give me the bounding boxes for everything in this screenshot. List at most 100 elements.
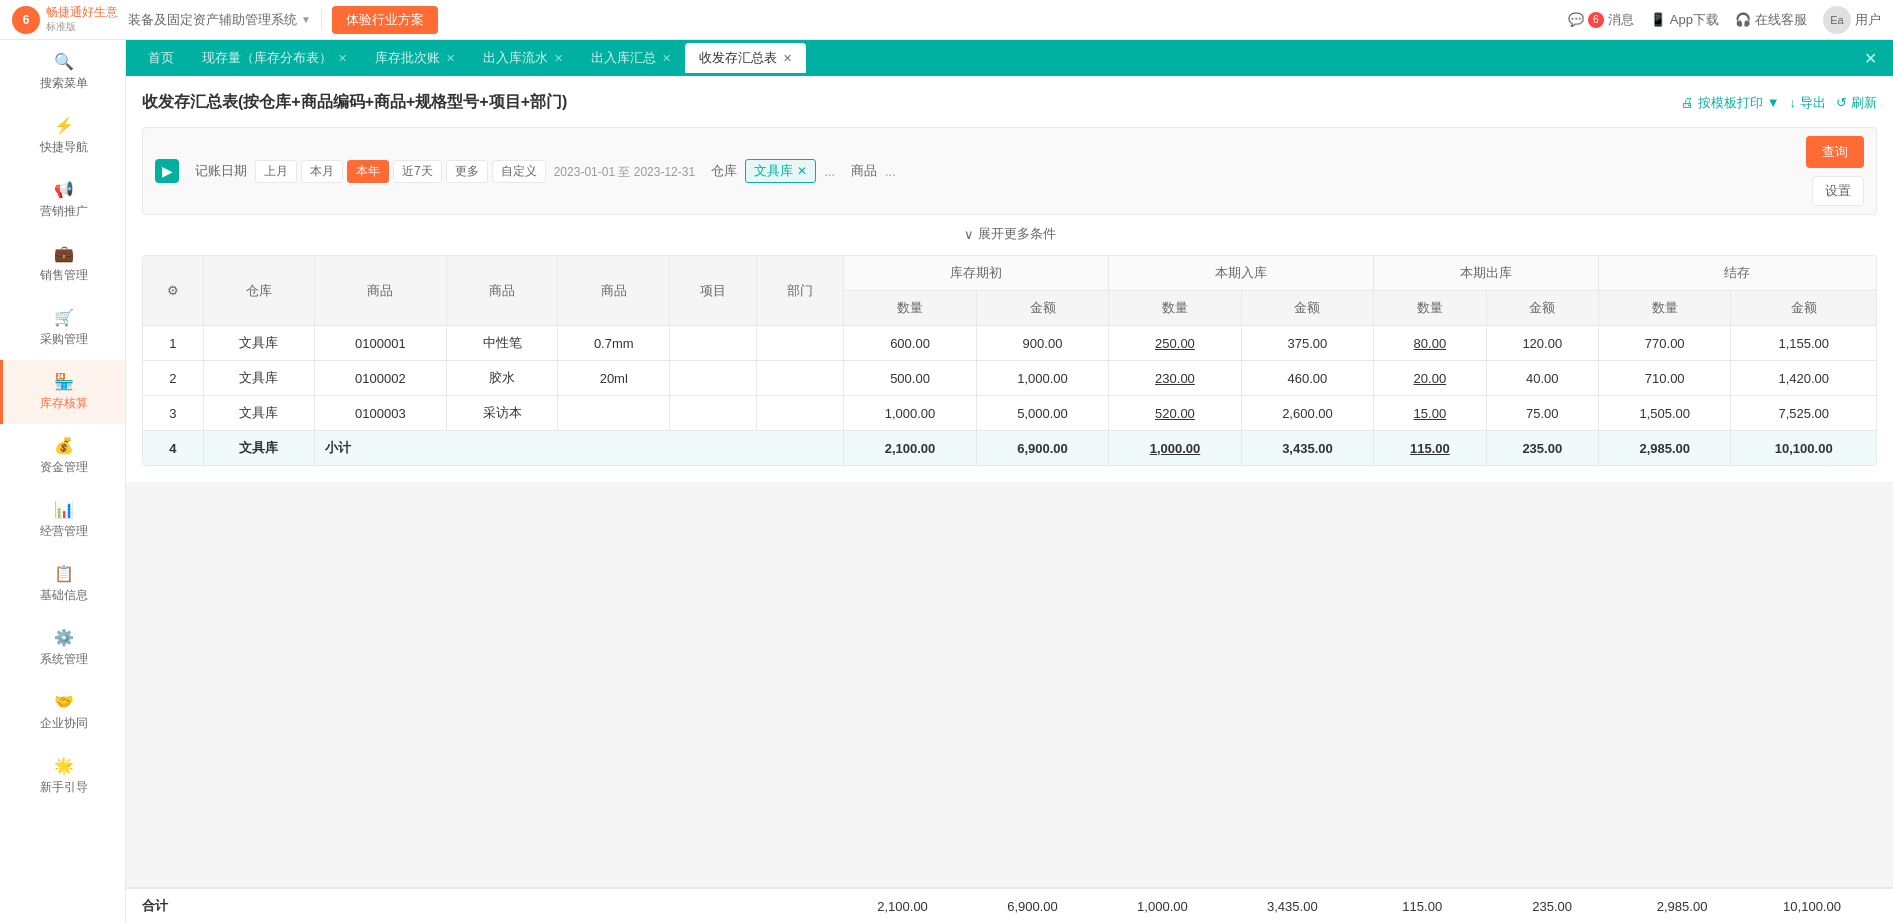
row3-in-qty[interactable]: 520.00 xyxy=(1109,396,1241,431)
settings-gear-icon: ⚙ xyxy=(167,283,179,298)
system-icon: ⚙️ xyxy=(54,628,74,647)
tab-inout-summary[interactable]: 出入库汇总 ✕ xyxy=(577,43,685,73)
print-button[interactable]: 🖨 按模板打印 ▼ xyxy=(1681,94,1780,112)
sidebar-item-purchase-label: 采购管理 xyxy=(40,331,88,348)
sidebar-item-search-label: 搜索菜单 xyxy=(40,75,88,92)
tab-recv-send-label: 收发存汇总表 xyxy=(699,49,777,67)
finance-icon: 💰 xyxy=(54,436,74,455)
total-in-qty: 1,000.00 xyxy=(1097,899,1227,914)
tab-stock-dist-close[interactable]: ✕ xyxy=(338,52,347,65)
row3-init-qty: 1,000.00 xyxy=(844,396,976,431)
row3-in-amt: 2,600.00 xyxy=(1241,396,1373,431)
sidebar-item-sales[interactable]: 💼 销售管理 xyxy=(0,232,125,296)
sidebar-item-shortcut-label: 快捷导航 xyxy=(40,139,88,156)
main-layout: 🔍 搜索菜单 ⚡ 快捷导航 📢 营销推广 💼 销售管理 🛒 采购管理 🏪 库存核… xyxy=(0,40,1893,923)
date-btn-custom[interactable]: 自定义 xyxy=(492,160,546,183)
tab-stock-dist[interactable]: 现存量（库存分布表） ✕ xyxy=(188,43,361,73)
row1-out-qty[interactable]: 80.00 xyxy=(1374,326,1486,361)
sidebar-item-enterprise[interactable]: 🤝 企业协同 xyxy=(0,680,125,744)
tab-inout-flow[interactable]: 出入库流水 ✕ xyxy=(469,43,577,73)
row3-bal-qty: 1,505.00 xyxy=(1598,396,1730,431)
row3-bal-amt: 7,525.00 xyxy=(1731,396,1876,431)
settings-button[interactable]: 设置 xyxy=(1812,176,1864,206)
sidebar-item-operations[interactable]: 📊 经营管理 xyxy=(0,488,125,552)
row1-in-qty[interactable]: 250.00 xyxy=(1109,326,1241,361)
subtotal-init-amt: 6,900.00 xyxy=(976,431,1108,466)
export-button[interactable]: ↓ 导出 xyxy=(1790,94,1827,112)
warehouse-tag-close-icon[interactable]: ✕ xyxy=(797,164,807,178)
row3-warehouse: 文具库 xyxy=(203,396,314,431)
row1-project xyxy=(670,326,757,361)
total-out-amt: 235.00 xyxy=(1487,899,1617,914)
filter-toggle-btn[interactable]: ▶ xyxy=(155,159,179,183)
online-service-label: 在线客服 xyxy=(1755,11,1807,29)
row2-name: 胶水 xyxy=(447,361,558,396)
row1-name: 中性笔 xyxy=(447,326,558,361)
user-action[interactable]: Ea 用户 xyxy=(1823,6,1881,34)
sidebar-item-marketing[interactable]: 📢 营销推广 xyxy=(0,168,125,232)
tab-batch[interactable]: 库存批次账 ✕ xyxy=(361,43,469,73)
date-btn-7days[interactable]: 近7天 xyxy=(393,160,442,183)
sidebar-item-system[interactable]: ⚙️ 系统管理 xyxy=(0,616,125,680)
subtotal-bal-qty: 2,985.00 xyxy=(1598,431,1730,466)
warehouse-more-icon[interactable]: ... xyxy=(824,164,835,179)
row1-init-qty: 600.00 xyxy=(844,326,976,361)
row2-out-qty[interactable]: 20.00 xyxy=(1374,361,1486,396)
export-label: 导出 xyxy=(1800,94,1826,112)
tab-recv-send-close[interactable]: ✕ xyxy=(783,52,792,65)
warehouse-tag[interactable]: 文具库 ✕ xyxy=(745,159,816,183)
warehouse-filter-label: 仓库 xyxy=(711,162,737,180)
table-row: 2 文具库 0100002 胶水 20ml 500.00 1,000.00 23… xyxy=(143,361,1876,396)
expand-conditions-btn[interactable]: ∨ 展开更多条件 xyxy=(964,225,1056,243)
subtotal-warehouse: 文具库 xyxy=(203,431,314,466)
sidebar-item-guide-label: 新手引导 xyxy=(40,779,88,796)
sidebar: 🔍 搜索菜单 ⚡ 快捷导航 📢 营销推广 💼 销售管理 🛒 采购管理 🏪 库存核… xyxy=(0,40,126,923)
goods-more-icon[interactable]: ... xyxy=(885,164,896,179)
total-spacer3 xyxy=(415,899,545,914)
th-in-qty: 数量 xyxy=(1109,291,1241,326)
sidebar-item-basics-label: 基础信息 xyxy=(40,587,88,604)
query-button[interactable]: 查询 xyxy=(1806,136,1864,168)
purchase-icon: 🛒 xyxy=(54,308,74,327)
subtotal-in-qty[interactable]: 1,000.00 xyxy=(1109,431,1241,466)
date-range-display: 2023-01-01 至 2023-12-31 xyxy=(554,162,695,181)
total-bal-qty: 2,985.00 xyxy=(1617,899,1747,914)
date-btn-more[interactable]: 更多 xyxy=(446,160,488,183)
app-download-label: App下载 xyxy=(1670,11,1719,29)
tab-area-close-btn[interactable]: ✕ xyxy=(1856,49,1885,68)
subtotal-out-qty[interactable]: 115.00 xyxy=(1374,431,1486,466)
system-name-dropdown[interactable]: 装备及固定资产辅助管理系统 ▼ xyxy=(128,11,311,29)
page-title: 收发存汇总表(按仓库+商品编码+商品+规格型号+项目+部门) xyxy=(142,92,567,113)
tab-inout-summary-close[interactable]: ✕ xyxy=(662,52,671,65)
date-options: 上月 本月 本年 近7天 更多 自定义 xyxy=(255,160,546,183)
message-action[interactable]: 💬 6 消息 xyxy=(1568,11,1634,29)
title-actions: 🖨 按模板打印 ▼ ↓ 导出 ↺ 刷新 xyxy=(1681,94,1877,112)
sidebar-item-shortcut[interactable]: ⚡ 快捷导航 xyxy=(0,104,125,168)
filter-right-actions: 查询 设置 xyxy=(1806,136,1864,206)
app-download-action[interactable]: 📱 App下载 xyxy=(1650,11,1719,29)
sidebar-item-basics[interactable]: 📋 基础信息 xyxy=(0,552,125,616)
row3-spec xyxy=(558,396,670,431)
refresh-button[interactable]: ↺ 刷新 xyxy=(1836,94,1877,112)
tab-recv-send-summary[interactable]: 收发存汇总表 ✕ xyxy=(685,43,806,73)
th-settings[interactable]: ⚙ xyxy=(143,256,203,326)
row3-out-qty[interactable]: 15.00 xyxy=(1374,396,1486,431)
tab-inout-flow-close[interactable]: ✕ xyxy=(554,52,563,65)
sidebar-item-search[interactable]: 🔍 搜索菜单 xyxy=(0,40,125,104)
logo-brand: 畅捷通好生意 xyxy=(46,5,118,21)
online-service-action[interactable]: 🎧 在线客服 xyxy=(1735,11,1807,29)
date-btn-this-year[interactable]: 本年 xyxy=(347,160,389,183)
sidebar-item-finance[interactable]: 💰 资金管理 xyxy=(0,424,125,488)
row2-in-qty[interactable]: 230.00 xyxy=(1109,361,1241,396)
date-filter-label: 记账日期 xyxy=(195,162,247,180)
tab-batch-close[interactable]: ✕ xyxy=(446,52,455,65)
sidebar-item-guide[interactable]: 🌟 新手引导 xyxy=(0,744,125,808)
divider xyxy=(321,10,322,30)
sidebar-item-inventory[interactable]: 🏪 库存核算 xyxy=(0,360,125,424)
tab-home[interactable]: 首页 xyxy=(134,43,188,73)
th-bal-amt: 金额 xyxy=(1731,291,1876,326)
experience-button[interactable]: 体验行业方案 xyxy=(332,6,438,34)
date-btn-last-month[interactable]: 上月 xyxy=(255,160,297,183)
sidebar-item-purchase[interactable]: 🛒 采购管理 xyxy=(0,296,125,360)
date-btn-this-month[interactable]: 本月 xyxy=(301,160,343,183)
